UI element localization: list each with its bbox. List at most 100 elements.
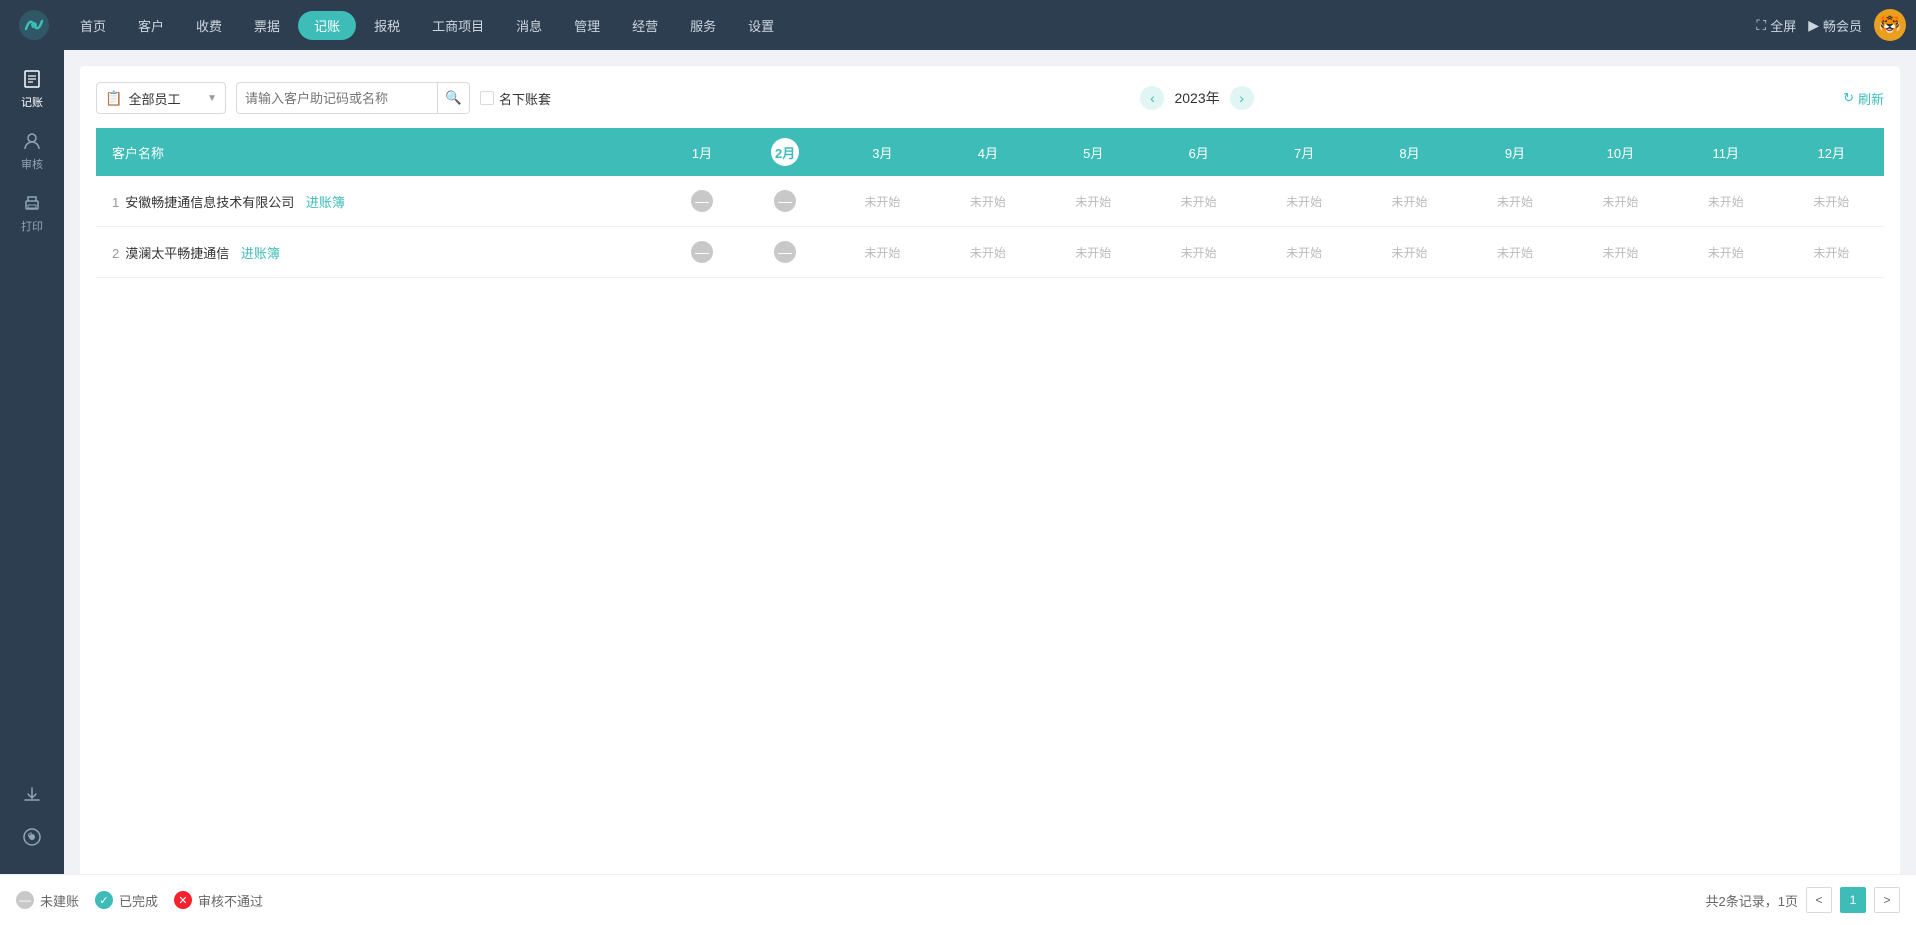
month-cell: 未开始 bbox=[935, 176, 1040, 227]
my-accounts-label: 名下账套 bbox=[499, 89, 551, 108]
avatar[interactable]: 🐯 bbox=[1874, 9, 1906, 41]
nav-item-business[interactable]: 工商项目 bbox=[418, 10, 498, 41]
month-cell: 未开始 bbox=[1251, 227, 1356, 278]
month-cell: — bbox=[741, 176, 830, 227]
toolbar: 📋 全部员工 ▼ 🔍 名下账套 ‹ bbox=[96, 82, 1884, 114]
status-not-started: 未开始 bbox=[1392, 246, 1428, 260]
nav-item-operation[interactable]: 经营 bbox=[618, 10, 672, 41]
status-not-started: 未开始 bbox=[1708, 246, 1744, 260]
entry-link[interactable]: 进账簿 bbox=[241, 246, 280, 261]
not-built-label: 未建账 bbox=[40, 891, 79, 910]
pagination: 共2条记录，1页 < 1 > bbox=[1706, 887, 1900, 913]
nav-item-message[interactable]: 消息 bbox=[502, 10, 556, 41]
help-icon bbox=[21, 826, 43, 848]
download-icon bbox=[21, 784, 43, 806]
print-icon bbox=[21, 192, 43, 214]
month-cell: 未开始 bbox=[1462, 227, 1567, 278]
next-year-button[interactable]: › bbox=[1230, 86, 1254, 110]
sidebar-bottom bbox=[0, 774, 64, 874]
month-cell: 未开始 bbox=[1673, 176, 1778, 227]
nav-item-manage[interactable]: 管理 bbox=[560, 10, 614, 41]
row-number: 1 bbox=[112, 195, 119, 210]
search-button[interactable]: 🔍 bbox=[437, 82, 469, 114]
my-accounts-checkbox[interactable] bbox=[480, 91, 494, 105]
month-cell: 未开始 bbox=[1357, 176, 1462, 227]
table-row: 1安徽畅捷通信息技术有限公司 进账簿——未开始未开始未开始未开始未开始未开始未开… bbox=[96, 176, 1884, 227]
month-cell: 未开始 bbox=[1041, 176, 1146, 227]
member-button[interactable]: ▶ 畅会员 bbox=[1808, 16, 1862, 35]
search-icon: 🔍 bbox=[445, 90, 462, 106]
col-header-m3: 3月 bbox=[830, 128, 935, 176]
status-not-started: 未开始 bbox=[864, 246, 900, 260]
sidebar-item-ledger[interactable]: 记账 bbox=[0, 58, 64, 120]
nav-item-service[interactable]: 服务 bbox=[676, 10, 730, 41]
col-header-m8: 8月 bbox=[1357, 128, 1462, 176]
col-header-name: 客户名称 bbox=[96, 128, 664, 176]
prev-year-button[interactable]: ‹ bbox=[1140, 86, 1164, 110]
sidebar-item-print[interactable]: 打印 bbox=[0, 182, 64, 244]
logo bbox=[10, 0, 58, 50]
col-header-m12: 12月 bbox=[1779, 128, 1885, 176]
month-cell: 未开始 bbox=[1568, 227, 1673, 278]
month-cell: — bbox=[741, 227, 830, 278]
sidebar-item-audit[interactable]: 审核 bbox=[0, 120, 64, 182]
legend-completed: ✓ 已完成 bbox=[95, 891, 158, 910]
table-row: 2漠澜太平畅捷通信 进账簿——未开始未开始未开始未开始未开始未开始未开始未开始未… bbox=[96, 227, 1884, 278]
legend-not-built: — 未建账 bbox=[16, 891, 79, 910]
play-icon: ▶ bbox=[1808, 17, 1819, 34]
prev-page-button[interactable]: < bbox=[1806, 887, 1832, 913]
company-name: 漠澜太平畅捷通信 bbox=[125, 246, 229, 261]
nav-item-ledger[interactable]: 记账 bbox=[298, 11, 356, 40]
col-header-m10: 10月 bbox=[1568, 128, 1673, 176]
rejected-label: 审核不通过 bbox=[198, 891, 263, 910]
status-not-started: 未开始 bbox=[1497, 195, 1533, 209]
col-header-m4: 4月 bbox=[935, 128, 1040, 176]
month-cell: — bbox=[664, 176, 741, 227]
month-cell: 未开始 bbox=[1251, 176, 1356, 227]
not-built-icon: — bbox=[16, 891, 34, 909]
month-cell: 未开始 bbox=[1779, 227, 1885, 278]
month-cell: — bbox=[664, 227, 741, 278]
nav-item-client[interactable]: 客户 bbox=[124, 10, 178, 41]
sidebar: 记账 审核 打印 bbox=[0, 50, 64, 874]
col-header-m7: 7月 bbox=[1251, 128, 1356, 176]
month-cell: 未开始 bbox=[935, 227, 1040, 278]
completed-icon: ✓ bbox=[95, 891, 113, 909]
main-layout: 记账 审核 打印 bbox=[0, 50, 1916, 874]
search-wrap: 🔍 bbox=[236, 82, 470, 114]
nav-item-invoice[interactable]: 票据 bbox=[240, 10, 294, 41]
company-name: 安徽畅捷通信息技术有限公司 bbox=[125, 195, 294, 210]
nav-item-home[interactable]: 首页 bbox=[66, 10, 120, 41]
nav-item-settings[interactable]: 设置 bbox=[734, 10, 788, 41]
sidebar-item-help[interactable] bbox=[0, 816, 64, 858]
total-text: 共2条记录，1页 bbox=[1706, 891, 1798, 910]
status-dash-icon: — bbox=[774, 190, 796, 212]
search-input[interactable] bbox=[237, 87, 437, 110]
refresh-label: 刷新 bbox=[1858, 89, 1884, 108]
next-page-button[interactable]: > bbox=[1874, 887, 1900, 913]
status-not-started: 未开始 bbox=[1286, 246, 1322, 260]
my-accounts-checkbox-wrap[interactable]: 名下账套 bbox=[480, 89, 551, 108]
top-navigation: 首页 客户 收费 票据 记账 报税 工商项目 消息 管理 经营 服务 设置 ⛶ … bbox=[0, 0, 1916, 50]
month-cell: 未开始 bbox=[1673, 227, 1778, 278]
page-1-button[interactable]: 1 bbox=[1840, 887, 1866, 913]
fullscreen-button[interactable]: ⛶ 全屏 bbox=[1756, 16, 1796, 35]
col-header-m2: 2月 bbox=[741, 128, 830, 176]
nav-item-tax[interactable]: 报税 bbox=[360, 10, 414, 41]
status-not-started: 未开始 bbox=[1813, 195, 1849, 209]
status-dash-icon: — bbox=[774, 241, 796, 263]
entry-link[interactable]: 进账簿 bbox=[306, 195, 345, 210]
content-card: 📋 全部员工 ▼ 🔍 名下账套 ‹ bbox=[80, 66, 1900, 874]
nav-item-billing[interactable]: 收费 bbox=[182, 10, 236, 41]
ledger-icon bbox=[21, 68, 43, 90]
top-nav-right: ⛶ 全屏 ▶ 畅会员 🐯 bbox=[1756, 9, 1906, 41]
account-table: 客户名称 1月 2月 3月 4月 5月 6月 7月 8月 9月 bbox=[96, 128, 1884, 278]
month-cell: 未开始 bbox=[1041, 227, 1146, 278]
table-header-row: 客户名称 1月 2月 3月 4月 5月 6月 7月 8月 9月 bbox=[96, 128, 1884, 176]
status-not-started: 未开始 bbox=[1602, 195, 1638, 209]
employee-select[interactable]: 📋 全部员工 ▼ bbox=[96, 82, 226, 114]
status-not-started: 未开始 bbox=[864, 195, 900, 209]
refresh-button[interactable]: ↻ 刷新 bbox=[1843, 89, 1884, 108]
status-not-started: 未开始 bbox=[1286, 195, 1322, 209]
sidebar-item-download[interactable] bbox=[0, 774, 64, 816]
